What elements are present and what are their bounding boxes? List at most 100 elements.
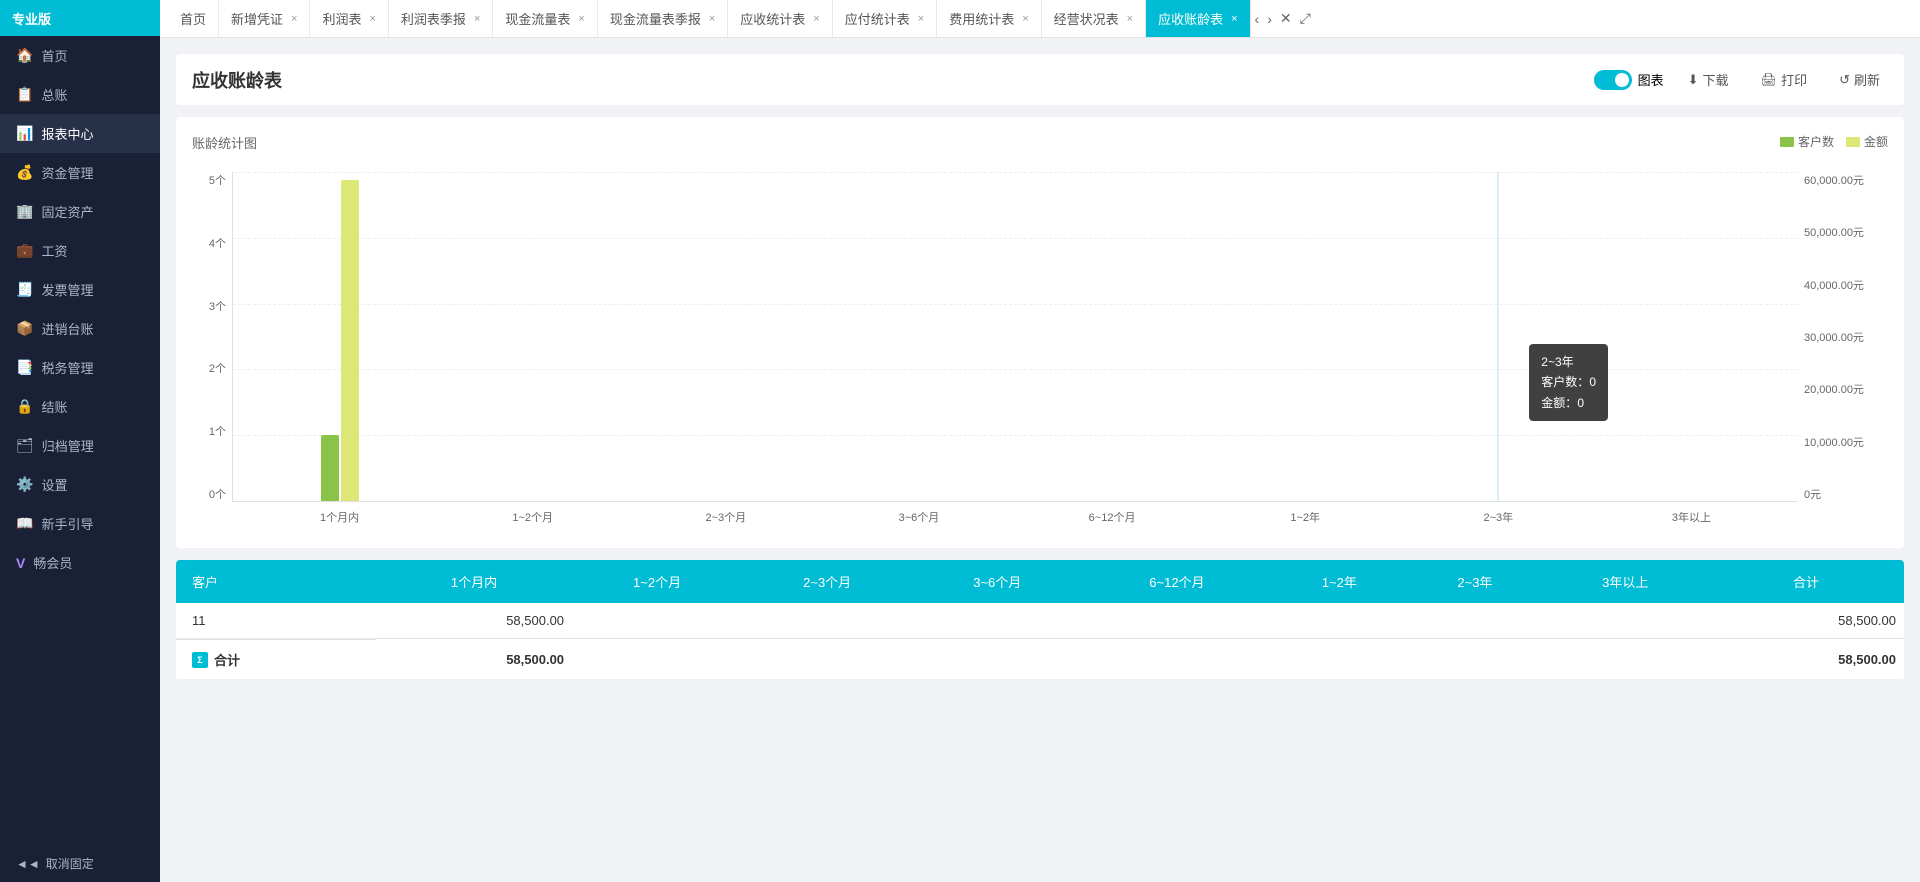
x-label-0: 1个月内 (243, 509, 436, 525)
tab-payable-stat[interactable]: 应付统计表 × (833, 0, 937, 38)
tab-home[interactable]: 首页 (168, 0, 219, 38)
sidebar-item-tax[interactable]: 📑 税务管理 (0, 348, 160, 387)
tab-payable-stat-close[interactable]: × (918, 13, 924, 25)
tab-operation-close[interactable]: × (1127, 13, 1133, 25)
bar-group-7 (1595, 172, 1788, 501)
th-m12: 1~2个月 (572, 560, 742, 603)
x-label-1: 1~2个月 (436, 509, 629, 525)
tab-receivable-stat-close[interactable]: × (813, 13, 819, 25)
td-total-m612 (1082, 639, 1271, 680)
tab-operation[interactable]: 经营状况表 × (1042, 0, 1146, 38)
table-header-row: 客户 1个月内 1~2个月 2~3个月 3~6个月 6~12个月 1~2年 2~… (176, 560, 1904, 603)
sidebar-item-label: 报表中心 (41, 124, 93, 143)
download-button[interactable]: ⬇ 下载 (1680, 66, 1737, 93)
tab-voucher[interactable]: 新增凭证 × (219, 0, 310, 38)
x-axis: 1个月内 1~2个月 2~3个月 3~6个月 6~12个月 1~2年 2~3年 … (233, 509, 1798, 525)
y-axis-left: 5个 4个 3个 2个 1个 0个 (192, 162, 232, 532)
sidebar-item-archive[interactable]: 🗂 归档管理 (0, 426, 160, 465)
page-title: 应收账龄表 (192, 67, 282, 93)
tab-profit[interactable]: 利润表 × (310, 0, 388, 38)
table-total-row: Σ 合计 58,500.00 58,500.00 (176, 639, 1904, 680)
home-icon: 🏠 (16, 47, 33, 64)
td-total-m12 (572, 639, 742, 680)
sidebar-item-salary[interactable]: 💼 工资 (0, 231, 160, 270)
tab-aging-close[interactable]: × (1231, 13, 1237, 25)
sidebar-item-assets[interactable]: 🏢 固定资产 (0, 192, 160, 231)
closing-icon: 🔒 (16, 398, 33, 415)
th-customer: 客户 (176, 560, 376, 603)
print-button[interactable]: 🖨 打印 (1753, 66, 1816, 93)
sidebar-item-label: 新手引导 (41, 514, 93, 533)
refresh-icon: ↺ (1839, 72, 1850, 88)
sidebar-item-invoice[interactable]: 🧾 发票管理 (0, 270, 160, 309)
tab-expense-stat[interactable]: 费用统计表 × (937, 0, 1041, 38)
invoice-icon: 🧾 (16, 281, 33, 298)
tab-profit-quarter[interactable]: 利润表季报 × (389, 0, 493, 38)
legend-customers-color (1780, 137, 1794, 147)
th-total: 合计 (1708, 560, 1904, 603)
tab-aging[interactable]: 应收账龄表 × (1146, 0, 1250, 38)
bar-group-6 (1402, 172, 1595, 501)
td-total-y3plus (1543, 639, 1708, 680)
sidebar-item-ledger[interactable]: 📋 总账 (0, 75, 160, 114)
sidebar-item-label: 结账 (41, 397, 67, 416)
pin-icon: ◄◄ (16, 857, 40, 871)
sidebar-item-reports[interactable]: 📊 报表中心 (0, 114, 160, 153)
tab-cashflow-close[interactable]: × (578, 13, 584, 25)
sidebar-item-vip[interactable]: V 畅会员 (0, 543, 160, 582)
legend-customers: 客户数 (1780, 133, 1834, 150)
td-total-y12 (1272, 639, 1408, 680)
data-table: 客户 1个月内 1~2个月 2~3个月 3~6个月 6~12个月 1~2年 2~… (176, 560, 1904, 680)
toggle-knob[interactable] (1594, 70, 1632, 90)
sidebar-item-stock[interactable]: 📦 进销台账 (0, 309, 160, 348)
sidebar-item-closing[interactable]: 🔒 结账 (0, 387, 160, 426)
sidebar-item-guide[interactable]: 📖 新手引导 (0, 504, 160, 543)
bar-customers-0 (321, 435, 339, 501)
tab-next-button[interactable]: › (1263, 11, 1276, 27)
sidebar-item-label: 总账 (41, 85, 67, 104)
x-label-3: 3~6个月 (822, 509, 1015, 525)
tab-receivable-stat[interactable]: 应收统计表 × (728, 0, 832, 38)
page-header: 应收账龄表 图表 ⬇ 下载 🖨 打印 ↺ 刷新 (176, 54, 1904, 105)
bar-group-3 (822, 172, 1015, 501)
tab-cashflow[interactable]: 现金流量表 × (493, 0, 597, 38)
tab-cashflow-quarter-close[interactable]: × (709, 13, 715, 25)
sidebar: 专业版 🏠 首页 📋 总账 📊 报表中心 💰 资金管理 🏢 固定资产 💼 工资 … (0, 0, 160, 882)
tab-profit-quarter-close[interactable]: × (474, 13, 480, 25)
td-total-m36 (912, 639, 1082, 680)
tab-cashflow-quarter[interactable]: 现金流量表季报 × (598, 0, 728, 38)
main-area: 首页 新增凭证 × 利润表 × 利润表季报 × 现金流量表 × 现金流量表季报 … (160, 0, 1920, 882)
chart-toggle[interactable]: 图表 (1594, 70, 1664, 90)
tab-bar: 首页 新增凭证 × 利润表 × 利润表季报 × 现金流量表 × 现金流量表季报 … (160, 0, 1920, 38)
chart-legend: 客户数 金额 (1780, 133, 1888, 150)
bar-group-4 (1016, 172, 1209, 501)
td-m23-0 (742, 603, 912, 639)
td-y23-0 (1407, 603, 1543, 639)
refresh-button[interactable]: ↺ 刷新 (1831, 66, 1888, 93)
bar-amount-0 (341, 180, 359, 501)
tab-close-all-button[interactable]: ✕ (1276, 10, 1296, 27)
x-label-5: 1~2年 (1209, 509, 1402, 525)
print-icon: 🖨 (1761, 72, 1778, 88)
tab-expense-stat-close[interactable]: × (1022, 13, 1028, 25)
bar-group-1 (436, 172, 629, 501)
sidebar-item-label: 工资 (41, 241, 67, 260)
tab-prev-button[interactable]: ‹ (1251, 11, 1264, 27)
assets-icon: 🏢 (16, 203, 33, 220)
sidebar-item-home[interactable]: 🏠 首页 (0, 36, 160, 75)
bar-group-5 (1209, 172, 1402, 501)
sidebar-item-label: 归档管理 (42, 436, 94, 455)
sidebar-pin-toggle[interactable]: ◄◄ 取消固定 (0, 845, 160, 882)
sidebar-item-settings[interactable]: ⚙️ 设置 (0, 465, 160, 504)
sidebar-item-label: 资金管理 (41, 163, 93, 182)
tab-expand-button[interactable]: ⤢ (1296, 10, 1315, 27)
td-y12-0 (1272, 603, 1408, 639)
tab-profit-close[interactable]: × (369, 13, 375, 25)
legend-amount-color (1846, 137, 1860, 147)
th-m612: 6~12个月 (1082, 560, 1271, 603)
th-y23: 2~3年 (1407, 560, 1543, 603)
sidebar-item-capital[interactable]: 💰 资金管理 (0, 153, 160, 192)
tab-voucher-close[interactable]: × (291, 13, 297, 25)
td-m1-0: 58,500.00 (376, 603, 572, 639)
x-label-7: 3年以上 (1595, 509, 1788, 525)
